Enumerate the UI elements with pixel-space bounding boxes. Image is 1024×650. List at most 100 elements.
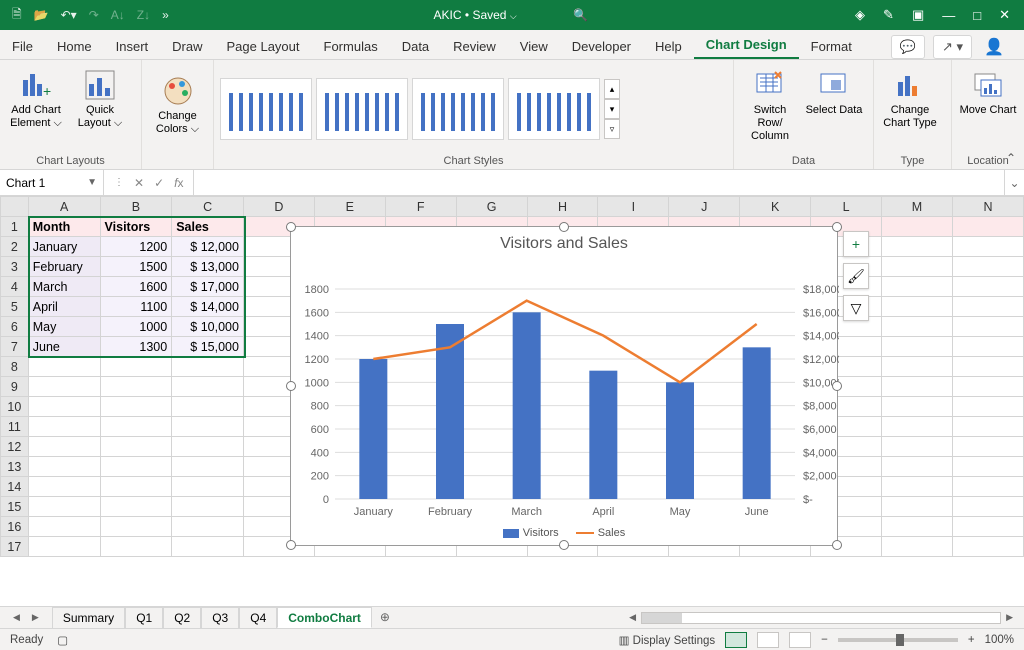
chart-filters-button[interactable]: ▽: [843, 295, 869, 321]
cell[interactable]: [28, 477, 100, 497]
sheet-nav-prev-icon[interactable]: ◀: [10, 612, 23, 623]
col-header-E[interactable]: E: [314, 197, 385, 217]
cell[interactable]: [952, 257, 1023, 277]
row-header-2[interactable]: 2: [1, 237, 29, 257]
cell[interactable]: [952, 377, 1023, 397]
row-header-10[interactable]: 10: [1, 397, 29, 417]
resize-handle[interactable]: [286, 381, 296, 391]
resize-handle[interactable]: [832, 381, 842, 391]
cell[interactable]: [882, 517, 953, 537]
cell[interactable]: [100, 497, 172, 517]
name-box[interactable]: Chart 1 ▼: [0, 170, 104, 195]
cell[interactable]: Sales: [172, 217, 244, 237]
zoom-out-button[interactable]: −: [821, 634, 828, 646]
cell[interactable]: [172, 537, 244, 557]
cell[interactable]: [952, 437, 1023, 457]
chart-style-thumb[interactable]: [508, 78, 600, 140]
display-settings-button[interactable]: ▥ Display Settings: [619, 633, 716, 647]
cell[interactable]: $ 14,000: [172, 297, 244, 317]
cell[interactable]: [882, 217, 953, 237]
cell[interactable]: [882, 337, 953, 357]
cell[interactable]: [172, 377, 244, 397]
resize-handle[interactable]: [286, 222, 296, 232]
qat-more-icon[interactable]: »: [162, 8, 169, 22]
page-break-view-button[interactable]: [789, 632, 811, 648]
cell[interactable]: [952, 337, 1023, 357]
cell[interactable]: 1200: [100, 237, 172, 257]
cell[interactable]: [28, 537, 100, 557]
chart-legend[interactable]: Visitors Sales: [291, 527, 837, 539]
cell[interactable]: Month: [28, 217, 100, 237]
sort-asc-icon[interactable]: A↓: [111, 8, 125, 22]
cell[interactable]: March: [28, 277, 100, 297]
gallery-more-icon[interactable]: ▿: [604, 119, 620, 139]
col-header-A[interactable]: A: [28, 197, 100, 217]
row-header-3[interactable]: 3: [1, 257, 29, 277]
cell[interactable]: [28, 517, 100, 537]
resize-handle[interactable]: [832, 222, 842, 232]
col-header-C[interactable]: C: [172, 197, 244, 217]
cell[interactable]: 1000: [100, 317, 172, 337]
cell[interactable]: [172, 397, 244, 417]
tab-review[interactable]: Review: [441, 33, 508, 59]
cell[interactable]: [882, 297, 953, 317]
chart-style-thumb[interactable]: [316, 78, 408, 140]
normal-view-button[interactable]: [725, 632, 747, 648]
cell[interactable]: [100, 357, 172, 377]
cell[interactable]: [172, 517, 244, 537]
cell[interactable]: [172, 357, 244, 377]
move-chart-button[interactable]: Move Chart: [958, 66, 1018, 152]
collapse-ribbon-icon[interactable]: ⌃: [1006, 151, 1016, 165]
row-header-11[interactable]: 11: [1, 417, 29, 437]
cell[interactable]: [882, 437, 953, 457]
cell[interactable]: $ 17,000: [172, 277, 244, 297]
cell[interactable]: [100, 517, 172, 537]
cell[interactable]: [172, 477, 244, 497]
cell[interactable]: [882, 537, 953, 557]
cell[interactable]: [882, 477, 953, 497]
cell[interactable]: 1300: [100, 337, 172, 357]
ribbon-mode-icon[interactable]: ▣: [912, 7, 924, 23]
cell[interactable]: [952, 497, 1023, 517]
enter-formula-icon[interactable]: ✓: [154, 176, 164, 190]
new-file-icon[interactable]: 🗎: [12, 5, 22, 26]
col-header-D[interactable]: D: [243, 197, 314, 217]
cell[interactable]: [952, 397, 1023, 417]
cell[interactable]: [952, 217, 1023, 237]
tab-draw[interactable]: Draw: [160, 33, 214, 59]
tab-page-layout[interactable]: Page Layout: [215, 33, 312, 59]
account-icon[interactable]: 👤: [980, 37, 1008, 57]
cell[interactable]: [952, 297, 1023, 317]
fx-icon[interactable]: fx: [174, 176, 183, 190]
row-header-9[interactable]: 9: [1, 377, 29, 397]
cell[interactable]: January: [28, 237, 100, 257]
cell[interactable]: [952, 277, 1023, 297]
chart-style-thumb[interactable]: [220, 78, 312, 140]
share-button[interactable]: ↗ ▾: [933, 35, 972, 59]
cell[interactable]: [172, 417, 244, 437]
row-header-13[interactable]: 13: [1, 457, 29, 477]
tab-chart-design[interactable]: Chart Design: [694, 31, 799, 59]
search-icon[interactable]: 🔍: [573, 8, 588, 22]
cell[interactable]: [952, 237, 1023, 257]
cell[interactable]: April: [28, 297, 100, 317]
row-header-12[interactable]: 12: [1, 437, 29, 457]
row-header-15[interactable]: 15: [1, 497, 29, 517]
cell[interactable]: [952, 317, 1023, 337]
cell[interactable]: [100, 537, 172, 557]
tab-insert[interactable]: Insert: [104, 33, 161, 59]
switch-row-column-button[interactable]: Switch Row/ Column: [740, 66, 800, 152]
cell[interactable]: [28, 457, 100, 477]
add-sheet-button[interactable]: ⊕: [372, 607, 398, 628]
close-icon[interactable]: ✕: [999, 7, 1010, 23]
row-header-14[interactable]: 14: [1, 477, 29, 497]
cell[interactable]: $ 10,000: [172, 317, 244, 337]
col-header-H[interactable]: H: [527, 197, 598, 217]
name-box-dropdown-icon[interactable]: ▼: [87, 177, 97, 188]
cell[interactable]: [882, 417, 953, 437]
col-header-B[interactable]: B: [100, 197, 172, 217]
resize-handle[interactable]: [559, 540, 569, 550]
cell[interactable]: [172, 457, 244, 477]
sheet-tab-q2[interactable]: Q2: [163, 607, 201, 628]
cell[interactable]: [882, 257, 953, 277]
